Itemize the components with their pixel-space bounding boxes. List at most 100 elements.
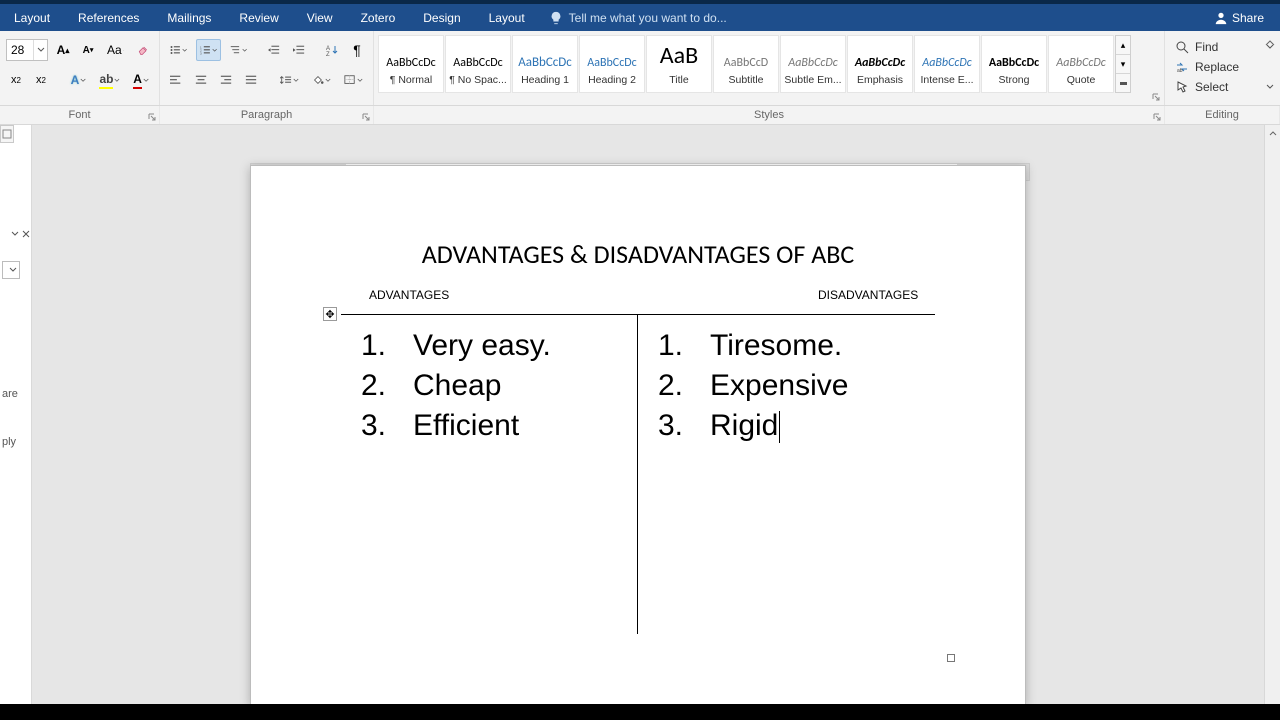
bottom-border: [0, 704, 1280, 720]
clear-formatting-button[interactable]: [133, 39, 153, 61]
eraser-icon: [137, 42, 149, 58]
pane-text-2: ply: [2, 435, 30, 449]
pane-combo[interactable]: [2, 261, 20, 279]
line-spacing-button[interactable]: [276, 69, 303, 91]
tab-table-layout[interactable]: Layout: [475, 4, 539, 31]
styles-gallery: AaBbCcDc¶ NormalAaBbCcDc¶ No Spac...AaBb…: [374, 31, 1165, 105]
justify-button[interactable]: [241, 69, 261, 91]
align-right-button[interactable]: [216, 69, 236, 91]
select-button[interactable]: Select: [1175, 77, 1274, 97]
collapse-ribbon-icon[interactable]: [1265, 125, 1280, 141]
tab-references[interactable]: References: [64, 4, 153, 31]
paragraph-launcher[interactable]: [361, 112, 371, 122]
styles-launcher[interactable]: [1150, 91, 1162, 103]
text-effects-button[interactable]: A: [67, 69, 91, 91]
table[interactable]: ✥ 1.Very easy. 2.Cheap 3.Efficient 1.Tir…: [341, 314, 935, 634]
document-page[interactable]: ADVANTAGES & DISADVANTAGES OF ABC ADVANT…: [250, 165, 1026, 704]
chevron-down-icon: [9, 266, 17, 274]
disadvantages-cell[interactable]: 1.Tiresome. 2.Expensive 3.Rigid: [638, 315, 935, 634]
gallery-more-button[interactable]: [1116, 74, 1130, 92]
vertical-scrollbar[interactable]: [1264, 125, 1280, 704]
tell-me-search[interactable]: Tell me what you want to do...: [539, 11, 727, 25]
list-item: 2.Expensive: [658, 369, 925, 403]
font-size-input[interactable]: [7, 43, 33, 57]
highlight-color-button[interactable]: ab: [95, 69, 124, 91]
share-button[interactable]: Share: [1206, 4, 1272, 31]
shading-button[interactable]: [308, 69, 335, 91]
increase-indent-button[interactable]: [289, 39, 309, 61]
align-center-button[interactable]: [191, 69, 211, 91]
svg-text:Z: Z: [326, 52, 330, 56]
styles-scroll[interactable]: ▴ ▾: [1115, 35, 1131, 93]
chevron-down-icon[interactable]: [33, 40, 47, 60]
align-left-button[interactable]: [166, 69, 186, 91]
font-group-label: Font: [0, 106, 160, 124]
sort-button[interactable]: AZ: [322, 39, 342, 61]
gallery-down-button[interactable]: ▾: [1116, 55, 1130, 74]
style-item[interactable]: AaBbCcDcStrong: [981, 35, 1047, 93]
close-icon[interactable]: [22, 230, 30, 238]
font-size-combo[interactable]: [6, 39, 48, 61]
list-item: 3.Efficient: [361, 409, 627, 443]
tab-review[interactable]: Review: [225, 4, 292, 31]
find-button[interactable]: Find: [1175, 37, 1274, 57]
replace-button[interactable]: ab Replace: [1175, 57, 1274, 77]
styles-group-label: Styles: [374, 106, 1165, 124]
borders-button[interactable]: [340, 69, 367, 91]
font-launcher[interactable]: [147, 112, 157, 122]
side-pane: are ply: [0, 125, 32, 704]
font-color-button[interactable]: A: [129, 69, 153, 91]
paragraph-group: 123 AZ ¶: [160, 31, 374, 105]
ribbon: A▴ A▾ Aa x2 x2 A ab A 123 AZ ¶: [0, 31, 1280, 106]
share-label: Share: [1232, 11, 1264, 25]
tab-design[interactable]: Design: [409, 4, 474, 31]
gallery-up-button[interactable]: ▴: [1116, 36, 1130, 55]
table-resize-handle[interactable]: [947, 654, 955, 662]
bullets-button[interactable]: [166, 39, 191, 61]
style-item[interactable]: AaBbCcDcHeading 2: [579, 35, 645, 93]
indent-icon: [293, 44, 305, 56]
change-case-button[interactable]: Aa: [103, 39, 128, 61]
style-item[interactable]: AaBbCcDcIntense E...: [914, 35, 980, 93]
align-right-icon: [220, 74, 232, 86]
style-item[interactable]: AaBbCcDSubtitle: [713, 35, 779, 93]
column-headers: ADVANTAGES DISADVANTAGES: [251, 270, 1025, 314]
tab-view[interactable]: View: [293, 4, 347, 31]
style-item[interactable]: AaBbCcDcQuote: [1048, 35, 1114, 93]
style-item[interactable]: AaBbCcDcHeading 1: [512, 35, 578, 93]
grow-font-button[interactable]: A▴: [53, 39, 73, 61]
multilevel-icon: [230, 44, 241, 56]
line-spacing-icon: [280, 74, 292, 86]
select-label: Select: [1195, 80, 1228, 94]
document-title: ADVANTAGES & DISADVANTAGES OF ABC: [251, 166, 1025, 270]
style-item[interactable]: AaBbCcDcEmphasis: [847, 35, 913, 93]
text-cursor: [779, 411, 780, 443]
ribbon-tabs: Layout References Mailings Review View Z…: [0, 4, 1280, 31]
show-marks-button[interactable]: ¶: [347, 39, 367, 61]
editing-group: Find ab Replace Select: [1165, 31, 1280, 105]
collapse-ribbon-button[interactable]: [1264, 37, 1276, 85]
decrease-indent-button[interactable]: [264, 39, 284, 61]
font-group: A▴ A▾ Aa x2 x2 A ab A: [0, 31, 160, 105]
multilevel-list-button[interactable]: [226, 39, 251, 61]
superscript-button[interactable]: x2: [31, 69, 51, 91]
align-left-icon: [170, 74, 182, 86]
style-item[interactable]: AaBbCcDcSubtle Em...: [780, 35, 846, 93]
tab-zotero[interactable]: Zotero: [347, 4, 410, 31]
style-item[interactable]: AaBTitle: [646, 35, 712, 93]
pane-close-button[interactable]: [2, 225, 30, 243]
style-item[interactable]: AaBbCcDc¶ No Spac...: [445, 35, 511, 93]
numbering-button[interactable]: 123: [196, 39, 221, 61]
editing-group-label: Editing: [1165, 106, 1280, 124]
advantages-cell[interactable]: 1.Very easy. 2.Cheap 3.Efficient: [341, 315, 638, 634]
svg-text:3: 3: [200, 52, 202, 56]
person-icon: [1214, 11, 1228, 25]
list-item: 2.Cheap: [361, 369, 627, 403]
styles-launcher-strip[interactable]: [1152, 112, 1162, 122]
shrink-font-button[interactable]: A▾: [78, 39, 98, 61]
tab-mailings[interactable]: Mailings: [153, 4, 225, 31]
tab-layout[interactable]: Layout: [0, 4, 64, 31]
table-move-handle[interactable]: ✥: [323, 307, 337, 321]
style-item[interactable]: AaBbCcDc¶ Normal: [378, 35, 444, 93]
subscript-button[interactable]: x2: [6, 69, 26, 91]
